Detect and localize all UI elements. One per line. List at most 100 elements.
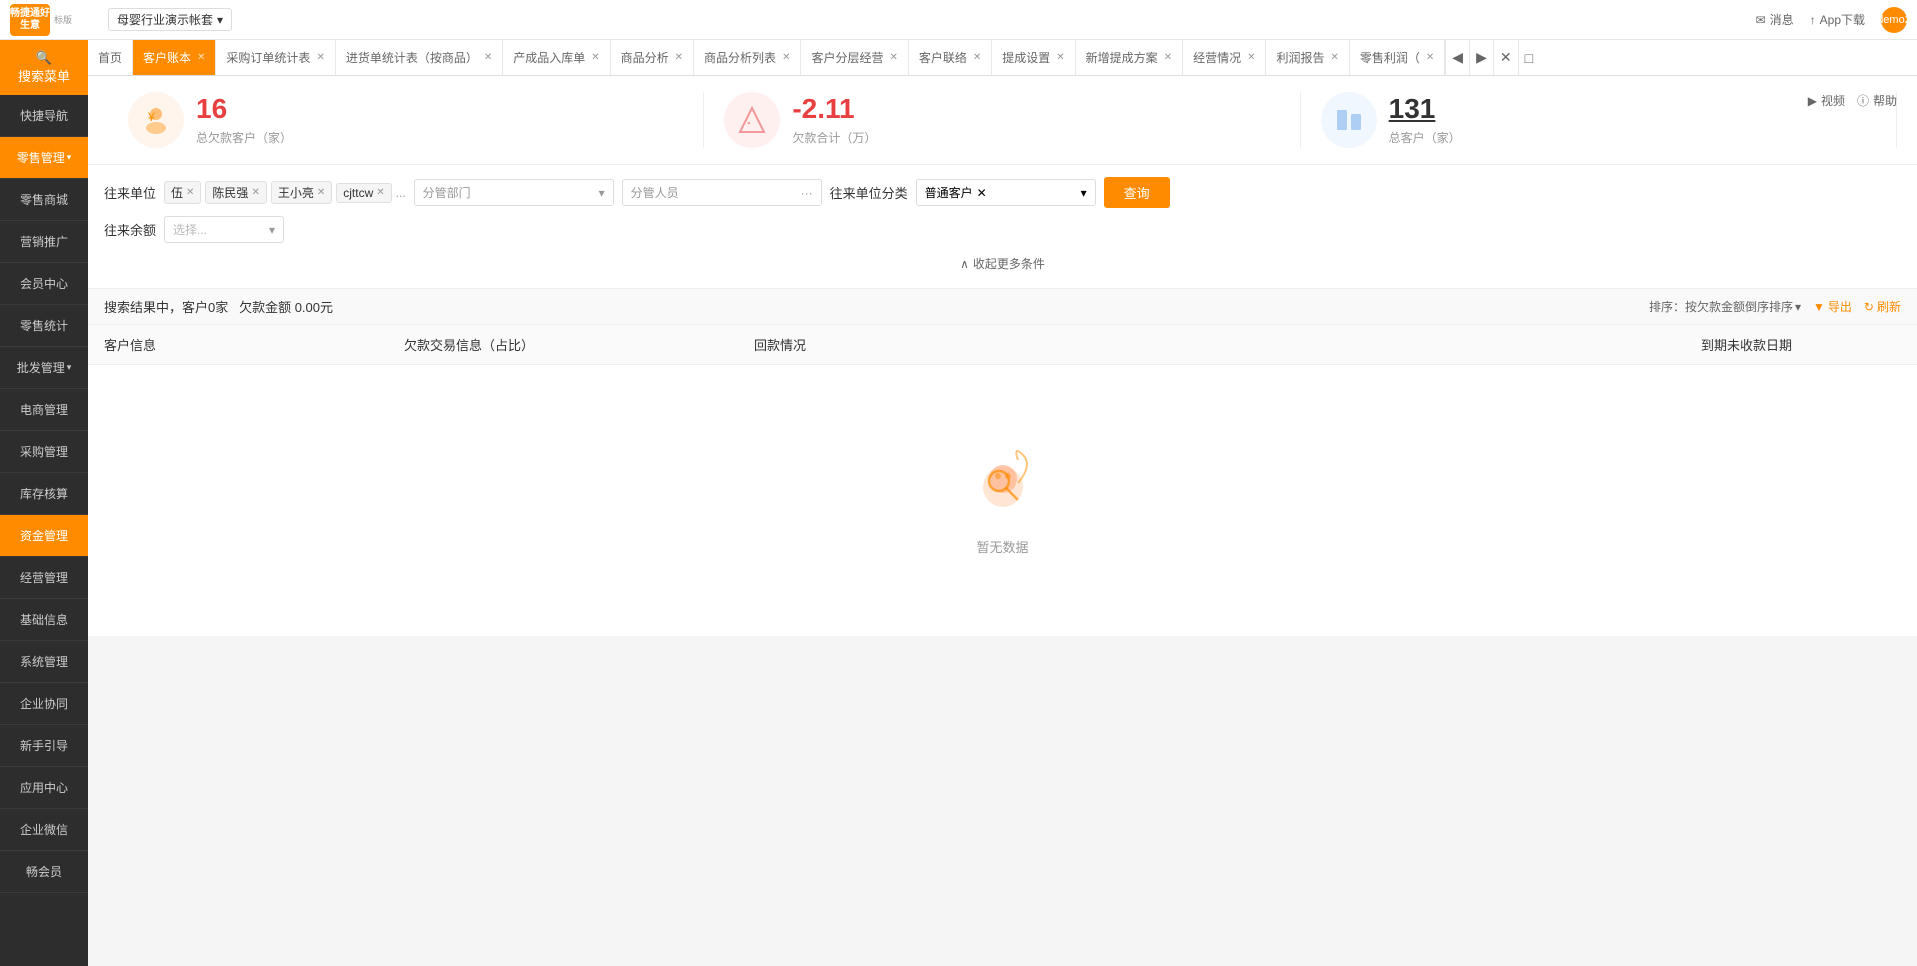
remove-tag-chen[interactable]: ✕ — [251, 187, 259, 198]
tab-nav-next[interactable]: ▶ — [1469, 40, 1493, 76]
tab-purchase-order[interactable]: 采购订单统计表 ✕ — [216, 40, 335, 76]
tab-close-icon[interactable]: ✕ — [675, 52, 683, 63]
logo-box: 畅捷通好生意 — [10, 4, 50, 36]
classify-selector[interactable]: 普通客户 ✕ ▾ — [916, 179, 1096, 206]
logo-area: 畅捷通好生意 标版 — [10, 4, 98, 36]
tab-home[interactable]: 首页 — [88, 40, 133, 76]
tab-close-icon[interactable]: ✕ — [889, 52, 897, 63]
more-tags-button[interactable]: ... — [396, 186, 406, 200]
download-icon: ↑ — [1810, 13, 1816, 27]
sidebar-item-operations[interactable]: 经营管理 — [0, 557, 88, 599]
sort-selector[interactable]: 排序：按欠款金额倒序排序 ▾ — [1649, 298, 1801, 315]
svg-text:¥: ¥ — [147, 110, 155, 124]
video-help-button[interactable]: ▶ 视频 — [1808, 92, 1845, 109]
stat-icon-debt: - — [724, 92, 780, 148]
sidebar-item-enterprise[interactable]: 企业协同 — [0, 683, 88, 725]
sidebar-item-enterprise-wx[interactable]: 企业微信 — [0, 809, 88, 851]
person-more-icon: ··· — [801, 186, 813, 200]
refresh-icon: ↻ — [1864, 300, 1874, 314]
sidebar-item-inventory[interactable]: 库存核算 — [0, 473, 88, 515]
tab-expand-button[interactable]: □ — [1518, 40, 1539, 76]
empty-icon — [963, 445, 1043, 525]
collapse-button[interactable]: ∧ 收起更多条件 — [104, 251, 1901, 276]
tab-new-promote[interactable]: 新增提成方案 ✕ — [1076, 40, 1183, 76]
unit-tags: 伍 ✕ 陈民强 ✕ 王小亮 ✕ cjttcw ✕ — [164, 181, 406, 204]
remove-tag-wang[interactable]: ✕ — [317, 187, 325, 198]
tab-close-icon[interactable]: ✕ — [1247, 52, 1255, 63]
tab-close-icon[interactable]: ✕ — [1164, 52, 1172, 63]
sidebar-item-quick-nav[interactable]: 快捷导航 — [0, 95, 88, 137]
sidebar-item-wholesale[interactable]: 批发管理 ▾ — [0, 347, 88, 389]
total-customers-label: 总客户（家） — [1389, 129, 1461, 146]
filter-tag-chen: 陈民强 ✕ — [205, 181, 266, 204]
sidebar-item-member2[interactable]: 畅会员 — [0, 851, 88, 893]
tab-close-icon[interactable]: ✕ — [973, 52, 981, 63]
tab-close-icon[interactable]: ✕ — [782, 52, 790, 63]
sidebar-item-purchase[interactable]: 采购管理 — [0, 431, 88, 473]
filter-area: 往来单位 伍 ✕ 陈民强 ✕ 王小亮 ✕ — [88, 165, 1917, 289]
messages-button[interactable]: ✉ 消息 — [1756, 11, 1794, 28]
result-info: 搜索结果中，客户0家 欠款金额 0.00元 — [104, 297, 333, 316]
stat-total-debt-amount: - -2.11 欠款合计（万） — [704, 92, 1300, 148]
avatar[interactable]: demo2 — [1881, 7, 1907, 33]
sidebar-item-marketing[interactable]: 营销推广 — [0, 221, 88, 263]
app-download-button[interactable]: ↑ App下载 — [1810, 11, 1865, 28]
sidebar-item-finance[interactable]: 资金管理 — [0, 515, 88, 557]
tab-close-all-button[interactable]: ✕ — [1493, 40, 1518, 76]
total-debt-customers-num: 16 — [196, 94, 292, 125]
sidebar-item-retail-stats[interactable]: 零售统计 — [0, 305, 88, 347]
sidebar-item-app-center[interactable]: 应用中心 — [0, 767, 88, 809]
tab-customer-contact[interactable]: 客户联络 ✕ — [909, 40, 992, 76]
col-header-date: 到期未收款日期 — [1701, 335, 1901, 354]
tab-promote-settings[interactable]: 提成设置 ✕ — [992, 40, 1075, 76]
tab-goods-analysis-list[interactable]: 商品分析列表 ✕ — [694, 40, 801, 76]
refresh-button[interactable]: ↻ 刷新 — [1864, 298, 1901, 315]
search-icon: 🔍 — [36, 50, 52, 65]
tab-close-icon[interactable]: ✕ — [197, 52, 205, 63]
remove-tag-cjttcw[interactable]: ✕ — [376, 187, 384, 198]
balance-selector[interactable]: 选择... ▾ — [164, 216, 284, 243]
tab-close-icon[interactable]: ✕ — [1331, 52, 1339, 63]
stat-icon-total — [1321, 92, 1377, 148]
query-button[interactable]: 查询 — [1104, 177, 1170, 208]
tab-nav-prev[interactable]: ◀ — [1445, 40, 1469, 76]
data-table: 客户信息 欠款交易信息（占比） 回款情况 到期未收款日期 — [88, 325, 1917, 636]
sidebar-item-new-guide[interactable]: 新手引导 — [0, 725, 88, 767]
tab-profit-report[interactable]: 利润报告 ✕ — [1266, 40, 1349, 76]
tab-accounts-receivable[interactable]: 客户账本 ✕ — [133, 40, 216, 76]
tab-customer-segment[interactable]: 客户分层经营 ✕ — [801, 40, 908, 76]
sidebar-item-basic-info[interactable]: 基础信息 — [0, 599, 88, 641]
tab-goods-analysis[interactable]: 商品分析 ✕ — [611, 40, 694, 76]
chevron-right-icon: ▾ — [67, 362, 72, 373]
tab-close-icon[interactable]: ✕ — [1426, 52, 1434, 63]
sort-arrow-icon: ▾ — [1795, 300, 1801, 314]
tab-close-icon[interactable]: ✕ — [484, 52, 492, 63]
sidebar-item-search[interactable]: 🔍 搜索菜单 — [0, 40, 88, 95]
help-button[interactable]: ⓘ 帮助 — [1857, 92, 1897, 109]
tab-close-icon[interactable]: ✕ — [1056, 52, 1064, 63]
tab-stock-stats[interactable]: 进货单统计表（按商品） ✕ — [336, 40, 503, 76]
tab-close-icon[interactable]: ✕ — [591, 52, 599, 63]
dept-selector[interactable]: 分管部门 ▾ — [414, 179, 614, 206]
sidebar-item-ecommerce[interactable]: 电商管理 — [0, 389, 88, 431]
tab-business-status[interactable]: 经营情况 ✕ — [1183, 40, 1266, 76]
remove-tag-wu[interactable]: ✕ — [186, 187, 194, 198]
remove-classify-tag[interactable]: ✕ — [977, 186, 987, 200]
result-actions: 排序：按欠款金额倒序排序 ▾ ▼ 导出 ↻ 刷新 — [1649, 298, 1901, 315]
chevron-down-icon: ▾ — [67, 152, 72, 163]
sidebar-item-member[interactable]: 会员中心 — [0, 263, 88, 305]
export-button[interactable]: ▼ 导出 — [1813, 298, 1852, 315]
filter-tag-wu: 伍 ✕ — [164, 181, 201, 204]
balance-arrow-icon: ▾ — [269, 223, 275, 237]
sidebar-item-system[interactable]: 系统管理 — [0, 641, 88, 683]
sidebar-item-retail[interactable]: 零售管理 ▾ — [0, 137, 88, 179]
sidebar-item-retail-mall[interactable]: 零售商城 — [0, 179, 88, 221]
collapse-up-icon: ∧ — [960, 257, 969, 271]
person-selector[interactable]: 分管人员 ··· — [622, 179, 822, 206]
tab-cost-stock[interactable]: 产成品入库单 ✕ — [503, 40, 610, 76]
tenant-selector[interactable]: 母婴行业演示帐套 ▾ — [108, 8, 232, 31]
stat-icon-customers: ¥ — [128, 92, 184, 148]
total-debt-customers-label: 总欠款客户（家） — [196, 129, 292, 146]
tab-retail-profit[interactable]: 零售利润（ ✕ — [1350, 40, 1445, 76]
tab-close-icon[interactable]: ✕ — [316, 52, 324, 63]
